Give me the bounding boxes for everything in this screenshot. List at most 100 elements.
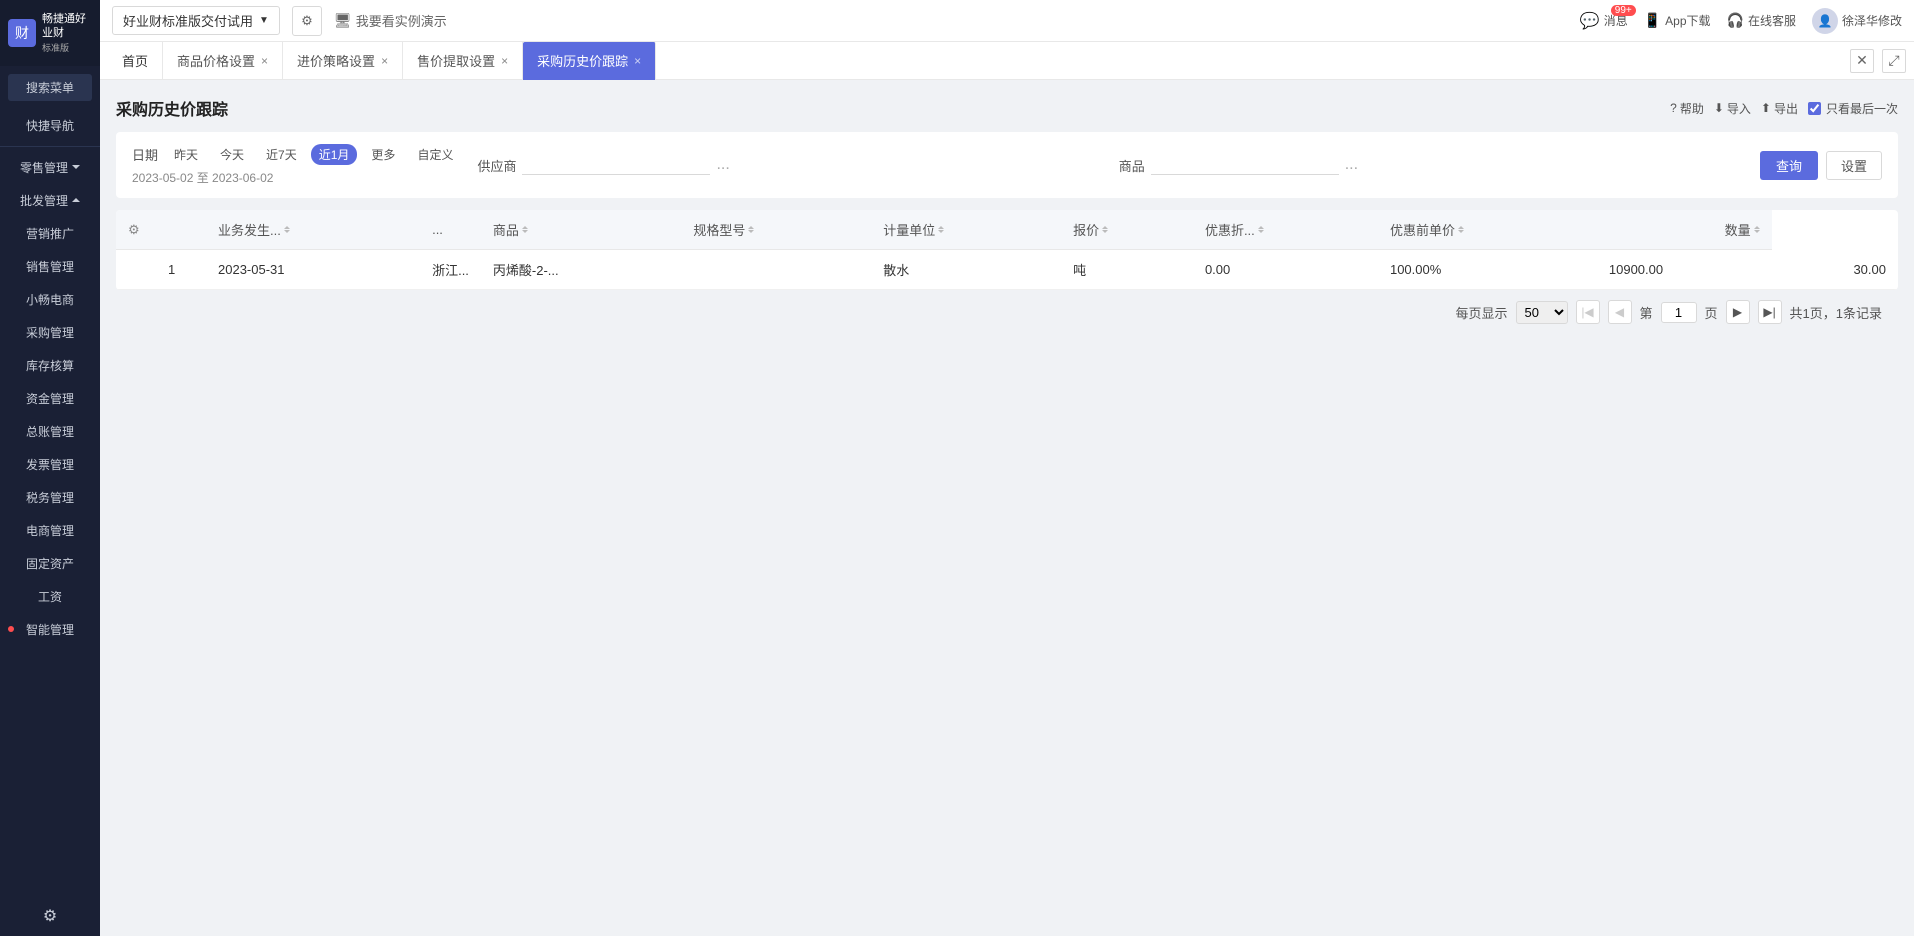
col-gear[interactable]: ⚙: [116, 210, 156, 250]
sort-goods[interactable]: 商品: [493, 220, 528, 239]
only-last-label: 只看最后一次: [1826, 100, 1898, 117]
header-gear-button[interactable]: ⚙: [292, 6, 322, 36]
search-menu-button[interactable]: 搜索菜单: [8, 74, 92, 101]
sidebar-item-finance[interactable]: 资金管理: [0, 382, 100, 415]
help-link[interactable]: ? 帮助: [1670, 100, 1704, 117]
date-opt-1month[interactable]: 近1月: [311, 144, 358, 165]
wholesale-label: 批发管理: [20, 192, 68, 209]
sidebar-item-payroll[interactable]: 工资: [0, 580, 100, 613]
cell-spec: [681, 250, 871, 290]
col-unit[interactable]: 计量单位: [871, 210, 1061, 250]
sort-qty[interactable]: 数量: [1725, 220, 1760, 239]
table-gear-icon[interactable]: ⚙: [128, 222, 140, 237]
user-profile-button[interactable]: 👤 徐泽华修改: [1812, 8, 1902, 34]
sort-down-icon: [284, 230, 290, 233]
tab-history-price-close[interactable]: ×: [634, 54, 641, 68]
product-selector[interactable]: 好业财标准版交付试用 ▼: [112, 6, 280, 35]
only-last-checkbox[interactable]: [1808, 102, 1821, 115]
date-opt-today[interactable]: 今天: [212, 144, 252, 165]
tab-price[interactable]: 商品价格设置 ×: [163, 42, 283, 80]
page-input[interactable]: [1661, 302, 1697, 323]
sidebar-item-inventory[interactable]: 库存核算: [0, 349, 100, 382]
sidebar-item-quick-nav[interactable]: 快捷导航: [0, 109, 100, 142]
online-service-label: 在线客服: [1748, 12, 1796, 29]
prev-page-button[interactable]: ◀: [1608, 300, 1632, 324]
page-actions: ? 帮助 ⬇ 导入 ⬆ 导出 只看最后一次: [1670, 100, 1898, 117]
app-download-button[interactable]: 📱 App下载: [1644, 12, 1711, 29]
sort-pre-price[interactable]: 优惠前单价: [1390, 220, 1464, 239]
per-page-select[interactable]: 50 100 200: [1516, 301, 1568, 324]
filter-row: 日期 昨天 今天 近7天 近1月 更多 自定义 2023-05-02 至 202…: [132, 144, 1882, 186]
sidebar-item-purchase[interactable]: 采购管理: [0, 316, 100, 349]
tab-price-label: 商品价格设置: [177, 51, 255, 70]
sidebar-item-ledger[interactable]: 总账管理: [0, 415, 100, 448]
tab-history-price[interactable]: 采购历史价跟踪 ×: [523, 42, 656, 80]
col-price[interactable]: 报价: [1061, 210, 1193, 250]
sidebar-item-marketing[interactable]: 营销推广: [0, 217, 100, 250]
user-name: 徐泽华修改: [1842, 12, 1902, 29]
import-link[interactable]: ⬇ 导入: [1714, 100, 1751, 117]
date-opt-more[interactable]: 更多: [363, 144, 403, 165]
date-opt-custom[interactable]: 自定义: [409, 144, 461, 165]
sort-discount[interactable]: 优惠折...: [1205, 220, 1264, 239]
sidebar-item-sales[interactable]: 销售管理: [0, 250, 100, 283]
first-page-button[interactable]: |◀: [1576, 300, 1600, 324]
settings-button[interactable]: 设置: [1826, 151, 1882, 180]
sidebar-item-ecom[interactable]: 电商管理: [0, 514, 100, 547]
last-page-button[interactable]: ▶|: [1758, 300, 1782, 324]
gear-icon: ⚙: [43, 908, 57, 925]
sidebar: 财 畅捷通好业财 标准版 搜索菜单 快捷导航 零售管理 批发管理 营销推广 销售…: [0, 0, 100, 936]
sidebar-search[interactable]: 搜索菜单: [0, 66, 100, 109]
col-date[interactable]: 业务发生...: [206, 210, 420, 250]
tab-purchase-strategy[interactable]: 进价策略设置 ×: [283, 42, 403, 80]
sort-unit[interactable]: 计量单位: [883, 220, 944, 239]
cell-quoted-price: 0.00: [1193, 250, 1378, 290]
filter-bar: 日期 昨天 今天 近7天 近1月 更多 自定义 2023-05-02 至 202…: [116, 132, 1898, 198]
messages-button[interactable]: 💬 消息 99+: [1580, 11, 1628, 31]
supplier-input[interactable]: [522, 155, 710, 175]
col-goods[interactable]: 商品: [481, 210, 681, 250]
sidebar-item-tax[interactable]: 税务管理: [0, 481, 100, 514]
table-header-row: ⚙ 业务发生...: [116, 210, 1898, 250]
retail-label: 零售管理: [20, 159, 68, 176]
pagination: 每页显示 50 100 200 |◀ ◀ 第 页 ▶ ▶| 共1页，1条记录: [116, 290, 1898, 334]
per-page-label: 每页显示: [1455, 303, 1507, 322]
tab-expand-button[interactable]: ⤢: [1882, 49, 1906, 73]
sidebar-item-invoice[interactable]: 发票管理: [0, 448, 100, 481]
tab-home[interactable]: 首页: [108, 42, 163, 80]
logo-text-line1: 畅捷通好业财: [42, 12, 92, 41]
col-qty[interactable]: 数量: [1597, 210, 1772, 250]
sort-spec[interactable]: 规格型号: [693, 220, 754, 239]
date-opt-yesterday[interactable]: 昨天: [166, 144, 206, 165]
col-more[interactable]: ...: [420, 210, 481, 250]
col-discount[interactable]: 优惠折...: [1193, 210, 1378, 250]
next-page-button[interactable]: ▶: [1726, 300, 1750, 324]
cell-pre-price: 10900.00: [1597, 250, 1772, 290]
sidebar-item-smart[interactable]: 智能管理: [0, 613, 100, 646]
tab-purchase-strategy-close[interactable]: ×: [381, 54, 388, 68]
col-pre-price[interactable]: 优惠前单价: [1378, 210, 1597, 250]
goods-input[interactable]: [1151, 155, 1339, 175]
online-service-button[interactable]: 🎧 在线客服: [1727, 12, 1796, 29]
demo-link[interactable]: 🖥 我要看实例演示: [334, 11, 447, 30]
tab-close-all-button[interactable]: ✕: [1850, 49, 1874, 73]
sidebar-item-assets[interactable]: 固定资产: [0, 547, 100, 580]
col-spec[interactable]: 规格型号: [681, 210, 871, 250]
sidebar-item-ecom-small[interactable]: 小畅电商: [0, 283, 100, 316]
sort-date[interactable]: 业务发生...: [218, 220, 290, 239]
only-last-checkbox-wrap: 只看最后一次: [1808, 100, 1898, 117]
supplier-dots[interactable]: ...: [716, 156, 729, 174]
sidebar-gear-button[interactable]: ⚙: [0, 896, 100, 936]
sidebar-divider-1: [0, 146, 100, 147]
goods-dots[interactable]: ...: [1345, 156, 1358, 174]
header-right: 💬 消息 99+ 📱 App下载 🎧 在线客服 👤 徐泽华修改: [1580, 8, 1902, 34]
export-link[interactable]: ⬆ 导出: [1761, 100, 1798, 117]
date-opt-7days[interactable]: 近7天: [258, 144, 305, 165]
sidebar-item-wholesale[interactable]: 批发管理: [0, 184, 100, 217]
tab-price-close[interactable]: ×: [261, 54, 268, 68]
query-button[interactable]: 查询: [1760, 151, 1818, 180]
sidebar-item-retail[interactable]: 零售管理: [0, 151, 100, 184]
tab-sale-price[interactable]: 售价提取设置 ×: [403, 42, 523, 80]
sort-price[interactable]: 报价: [1073, 220, 1108, 239]
tab-sale-price-close[interactable]: ×: [501, 54, 508, 68]
